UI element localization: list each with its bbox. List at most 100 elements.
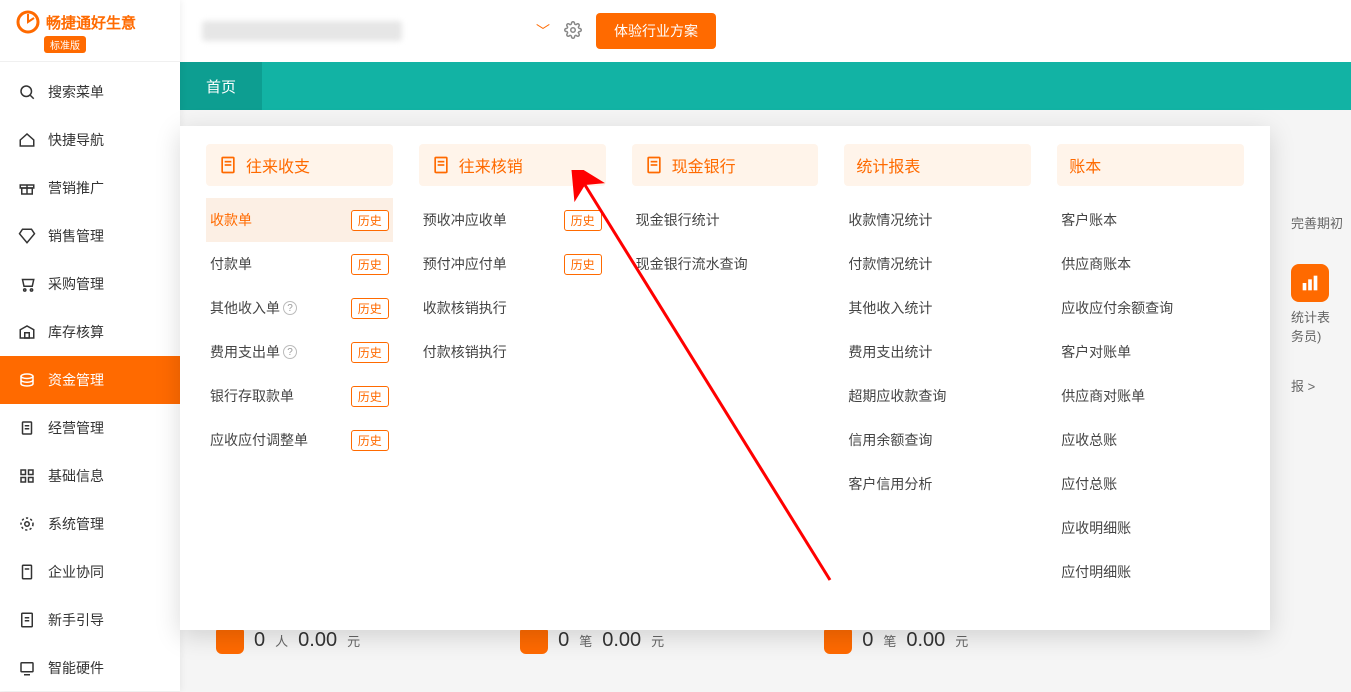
mega-item[interactable]: 超期应收款查询 — [844, 374, 1031, 418]
mega-item[interactable]: 其他收入统计 — [844, 286, 1031, 330]
chevron-down-icon[interactable]: ﹀ — [536, 21, 550, 41]
nav-label: 采购管理 — [48, 274, 104, 294]
stat-c-icon — [824, 626, 852, 654]
mega-item[interactable]: 应收总账 — [1057, 418, 1244, 462]
mega-col-title: 往来核销 — [459, 153, 523, 177]
mega-item[interactable]: 付款核销执行 — [419, 330, 606, 374]
mega-item[interactable]: 现金银行统计 — [632, 198, 819, 242]
history-button[interactable]: 历史 — [351, 430, 389, 451]
mega-item[interactable]: 应付明细账 — [1057, 550, 1244, 594]
guide-icon — [18, 611, 36, 629]
mega-col-title: 现金银行 — [672, 153, 736, 177]
nav-item-0[interactable]: 搜索菜单 — [0, 68, 180, 116]
mega-item[interactable]: 客户对账单 — [1057, 330, 1244, 374]
mega-item-label: 应付明细账 — [1061, 562, 1131, 582]
nav-label: 系统管理 — [48, 514, 104, 534]
mega-item-label: 应收应付调整单 — [210, 430, 308, 450]
mega-item-label: 其他收入统计 — [848, 298, 932, 318]
mega-item-label: 应付总账 — [1061, 474, 1117, 494]
mega-item[interactable]: 供应商对账单 — [1057, 374, 1244, 418]
nav-item-7[interactable]: 经营管理 — [0, 404, 180, 452]
nav-item-5[interactable]: 库存核算 — [0, 308, 180, 356]
help-icon[interactable]: ? — [283, 301, 297, 315]
mega-item-label: 预付冲应付单 — [423, 254, 507, 274]
grid-icon — [18, 467, 36, 485]
history-button[interactable]: 历史 — [351, 210, 389, 231]
tab-home[interactable]: 首页 — [180, 62, 262, 110]
nav-item-6[interactable]: 资金管理 — [0, 356, 180, 404]
mega-item[interactable]: 费用支出单?历史 — [206, 330, 393, 374]
mega-item[interactable]: 其他收入单?历史 — [206, 286, 393, 330]
mega-item[interactable]: 现金银行流水查询 — [632, 242, 819, 286]
mega-col-title: 往来收支 — [246, 153, 310, 177]
mega-item[interactable]: 应收明细账 — [1057, 506, 1244, 550]
org-selector-blurred[interactable] — [202, 21, 402, 41]
nav-item-3[interactable]: 销售管理 — [0, 212, 180, 260]
mega-item[interactable]: 银行存取款单历史 — [206, 374, 393, 418]
industry-plan-button[interactable]: 体验行业方案 — [596, 13, 716, 49]
mega-item[interactable]: 信用余额查询 — [844, 418, 1031, 462]
nav-label: 资金管理 — [48, 370, 104, 390]
mega-item[interactable]: 费用支出统计 — [844, 330, 1031, 374]
stats-icon — [1291, 264, 1329, 302]
nav-item-4[interactable]: 采购管理 — [0, 260, 180, 308]
mega-col-1: 往来核销预收冲应收单历史预付冲应付单 历史收款核销执行付款核销执行 — [419, 144, 606, 594]
gift-icon — [18, 179, 36, 197]
mega-item[interactable]: 收款情况统计 — [844, 198, 1031, 242]
mega-menu: 往来收支收款单历史付款单历史其他收入单?历史费用支出单?历史银行存取款单历史应收… — [180, 126, 1270, 630]
mega-col-head: 往来收支 — [206, 144, 393, 186]
mega-col-4: 账本客户账本供应商账本应收应付余额查询客户对账单供应商对账单应收总账应付总账应收… — [1057, 144, 1244, 594]
mega-item[interactable]: 客户账本 — [1057, 198, 1244, 242]
mega-item[interactable]: 应收应付余额查询 — [1057, 286, 1244, 330]
mega-item[interactable]: 应付总账 — [1057, 462, 1244, 506]
help-icon[interactable]: ? — [283, 345, 297, 359]
mega-item[interactable]: 付款情况统计 — [844, 242, 1031, 286]
doc-icon — [431, 155, 451, 175]
mega-col-title: 账本 — [1069, 153, 1101, 177]
nav-item-2[interactable]: 营销推广 — [0, 164, 180, 212]
mega-item-label: 付款核销执行 — [423, 342, 507, 362]
mega-item[interactable]: 收款单历史 — [206, 198, 393, 242]
mega-col-head: 账本 — [1057, 144, 1244, 186]
history-button[interactable]: 历史 — [351, 254, 389, 275]
mega-item[interactable]: 客户信用分析 — [844, 462, 1031, 506]
mega-item-label: 现金银行统计 — [636, 210, 720, 230]
nav-item-11[interactable]: 新手引导 — [0, 596, 180, 644]
mega-col-0: 往来收支收款单历史付款单历史其他收入单?历史费用支出单?历史银行存取款单历史应收… — [206, 144, 393, 594]
mega-item-label: 超期应收款查询 — [848, 386, 946, 406]
mega-item-label: 收款情况统计 — [848, 210, 932, 230]
hint-report-link[interactable]: 报 > — [1291, 377, 1315, 397]
mega-item[interactable]: 供应商账本 — [1057, 242, 1244, 286]
cart-icon — [18, 275, 36, 293]
history-button[interactable]: 历史 — [351, 298, 389, 319]
nav-label: 智能硬件 — [48, 658, 104, 678]
nav-item-8[interactable]: 基础信息 — [0, 452, 180, 500]
mega-item-label: 现金银行流水查询 — [636, 254, 748, 274]
header: ﹀ 体验行业方案 — [180, 0, 1351, 62]
hint-perfect-initial[interactable]: 完善期初 — [1291, 214, 1343, 234]
mega-item[interactable]: 应收应付调整单 历史 — [206, 418, 393, 462]
mega-col-head: 往来核销 — [419, 144, 606, 186]
edition-badge: 标准版 — [44, 36, 86, 53]
nav-item-10[interactable]: 企业协同 — [0, 548, 180, 596]
history-button[interactable]: 历史 — [351, 342, 389, 363]
gear-icon[interactable] — [564, 21, 582, 42]
mega-item[interactable]: 预收冲应收单历史 — [419, 198, 606, 242]
history-button[interactable]: 历史 — [564, 210, 602, 231]
mega-item-label: 付款情况统计 — [848, 254, 932, 274]
stat-b-icon — [520, 626, 548, 654]
nav-label: 新手引导 — [48, 610, 104, 630]
history-button[interactable]: 历史 — [564, 254, 602, 275]
nav-label: 经营管理 — [48, 418, 104, 438]
mega-item[interactable]: 预付冲应付单 历史 — [419, 242, 606, 286]
mega-item-label: 应收应付余额查询 — [1061, 298, 1173, 318]
history-button[interactable]: 历史 — [351, 386, 389, 407]
nav-item-12[interactable]: 智能硬件 — [0, 644, 180, 692]
stat-b: 0笔 0.00元 — [520, 626, 664, 654]
mega-item[interactable]: 付款单历史 — [206, 242, 393, 286]
logo-area: 畅捷通好生意 标准版 — [0, 0, 180, 62]
mega-item-label: 供应商账本 — [1061, 254, 1131, 274]
nav-item-1[interactable]: 快捷导航 — [0, 116, 180, 164]
nav-item-9[interactable]: 系统管理 — [0, 500, 180, 548]
mega-item[interactable]: 收款核销执行 — [419, 286, 606, 330]
